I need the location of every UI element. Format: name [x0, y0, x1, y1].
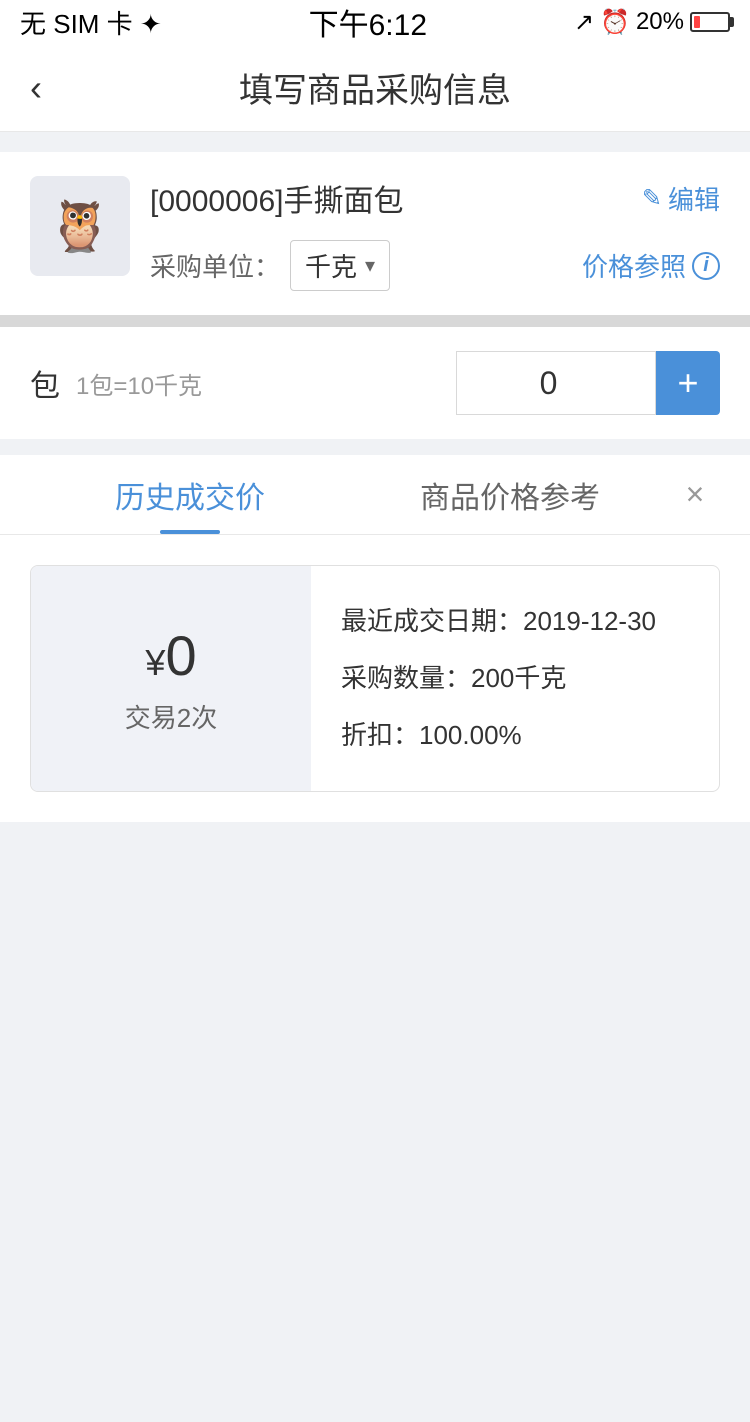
recent-date-label: 最近成交日期： — [341, 606, 523, 636]
header: ‹ 填写商品采购信息 — [0, 44, 750, 132]
tab-history-price[interactable]: 历史成交价 — [30, 455, 350, 534]
section-divider — [0, 315, 750, 327]
price-reference-button[interactable]: 价格参照 i — [582, 247, 720, 284]
product-info: [0000006]手撕面包 ✎ 编辑 采购单位： 千克 ▾ 价格参照 i — [150, 176, 720, 291]
recent-date-value: 2019-12-30 — [523, 606, 656, 636]
quantity-plus-button[interactable]: + — [656, 351, 720, 415]
unit-label: 采购单位： — [150, 247, 280, 284]
quantity-section: 包 1包=10千克 + — [0, 327, 750, 439]
info-icon: i — [692, 252, 720, 280]
discount-label: 折扣： — [341, 720, 419, 750]
purchase-qty-label: 采购数量： — [341, 663, 471, 693]
battery-icon — [690, 12, 730, 32]
purchase-qty-value: 200千克 — [471, 663, 566, 693]
unit-row: 采购单位： 千克 ▾ 价格参照 i — [150, 240, 720, 291]
edit-icon: ✎ — [642, 184, 662, 213]
battery-percent: 20% — [636, 8, 684, 36]
quantity-label-group: 包 1包=10千克 — [30, 361, 202, 405]
tab-price-reference[interactable]: 商品价格参考 — [350, 455, 670, 534]
card-details-section: 最近成交日期：2019-12-30 采购数量：200千克 折扣：100.00% — [311, 566, 719, 791]
close-tab-button[interactable]: × — [670, 470, 720, 520]
unit-select[interactable]: 千克 ▾ — [290, 240, 390, 291]
product-row: 🦉 [0000006]手撕面包 ✎ 编辑 采购单位： 千克 ▾ — [30, 176, 720, 291]
discount-value: 100.00% — [419, 720, 522, 750]
status-time: 下午6:12 — [309, 0, 427, 44]
unit-value: 千克 — [305, 247, 357, 284]
status-bar: 无 SIM 卡 ✦ 下午6:12 ↗ ⏰ 20% — [0, 0, 750, 44]
transaction-count: 交易2次 — [125, 698, 217, 735]
product-name-row: [0000006]手撕面包 ✎ 编辑 — [150, 176, 720, 220]
page-title: 填写商品采购信息 — [239, 63, 511, 112]
edit-button[interactable]: ✎ 编辑 — [642, 180, 720, 217]
tab-content: ¥0 交易2次 最近成交日期：2019-12-30 采购数量：200千克 折扣：… — [0, 535, 750, 822]
sim-status: 无 SIM 卡 ✦ — [20, 4, 162, 41]
recent-date-row: 最近成交日期：2019-12-30 — [341, 602, 689, 641]
discount-row: 折扣：100.00% — [341, 716, 689, 755]
alarm-icon: ⏰ — [600, 8, 630, 37]
quantity-input[interactable] — [456, 351, 656, 415]
quantity-unit-tag: 包 — [30, 361, 60, 405]
status-left: 无 SIM 卡 ✦ — [20, 4, 162, 41]
quantity-conversion: 1包=10千克 — [76, 366, 202, 401]
product-image: 🦉 — [30, 176, 130, 276]
chevron-down-icon: ▾ — [365, 253, 375, 278]
status-right: ↗ ⏰ 20% — [574, 8, 730, 37]
tabs-header: 历史成交价 商品价格参考 × — [0, 455, 750, 535]
back-button[interactable]: ‹ — [30, 67, 90, 109]
product-name: [0000006]手撕面包 — [150, 176, 403, 220]
product-section: 🦉 [0000006]手撕面包 ✎ 编辑 采购单位： 千克 ▾ — [0, 152, 750, 315]
card-price-section: ¥0 交易2次 — [31, 566, 311, 791]
transaction-card: ¥0 交易2次 最近成交日期：2019-12-30 采购数量：200千克 折扣：… — [30, 565, 720, 792]
transaction-price: ¥0 — [145, 623, 196, 688]
currency-symbol: ¥ — [145, 642, 165, 683]
purchase-qty-row: 采购数量：200千克 — [341, 659, 689, 698]
location-icon: ↗ — [574, 8, 594, 37]
tabs-section: 历史成交价 商品价格参考 × ¥0 交易2次 最近成交日期：2019-12-30… — [0, 455, 750, 822]
product-logo-icon: 🦉 — [49, 197, 111, 256]
main-background — [0, 822, 750, 1422]
quantity-input-group: + — [456, 351, 720, 415]
